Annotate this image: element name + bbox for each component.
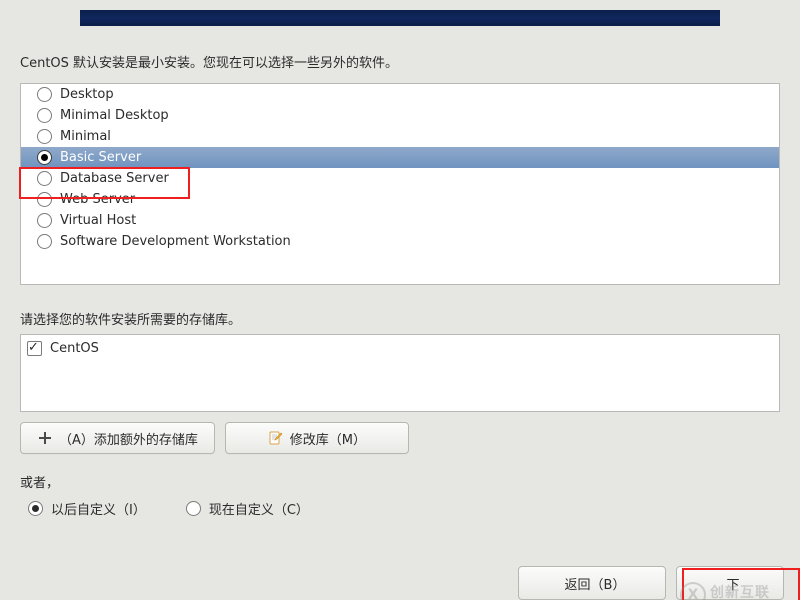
back-button-label: 返回（B） [565, 574, 626, 593]
repo-item-label: CentOS [50, 341, 99, 356]
install-type-option[interactable]: Software Development Workstation [21, 231, 779, 252]
checkbox-icon [27, 341, 42, 356]
radio-icon [186, 501, 201, 516]
next-button-label: 下 [726, 574, 739, 593]
radio-icon [37, 192, 52, 207]
install-type-option-selected[interactable]: Basic Server [21, 147, 779, 168]
customize-option-row: 以后自定义（I） 现在自定义（C） [28, 499, 780, 518]
radio-icon [37, 171, 52, 186]
repo-button-row: （A）添加额外的存储库 修改库（M） [20, 422, 780, 454]
install-type-option[interactable]: Desktop [21, 84, 779, 105]
repo-item[interactable]: CentOS [27, 339, 773, 358]
add-repo-label: （A）添加额外的存储库 [59, 429, 198, 448]
customize-now-label: 现在自定义（C） [209, 499, 309, 518]
install-type-label: Database Server [60, 171, 169, 186]
wizard-navbar: 返回（B） 下 [518, 566, 784, 600]
customize-later-option[interactable]: 以后自定义（I） [28, 499, 146, 518]
modify-repo-button[interactable]: 修改库（M） [225, 422, 409, 454]
radio-icon [37, 108, 52, 123]
radio-icon [28, 501, 43, 516]
install-type-label: Web Server [60, 192, 135, 207]
radio-icon [37, 87, 52, 102]
radio-icon [37, 150, 52, 165]
customize-now-option[interactable]: 现在自定义（C） [186, 499, 309, 518]
install-type-label: Basic Server [60, 150, 141, 165]
install-type-option[interactable]: Minimal Desktop [21, 105, 779, 126]
install-type-label: Software Development Workstation [60, 234, 291, 249]
radio-icon [37, 213, 52, 228]
intro-text: CentOS 默认安装是最小安装。您现在可以选择一些另外的软件。 [20, 52, 780, 71]
radio-icon [37, 234, 52, 249]
customize-later-label: 以后自定义（I） [51, 499, 146, 518]
modify-repo-label: 修改库（M） [290, 429, 366, 448]
repo-listbox: CentOS [20, 334, 780, 412]
install-type-label: Virtual Host [60, 213, 136, 228]
edit-icon [268, 430, 284, 446]
install-type-option[interactable]: Web Server [21, 189, 779, 210]
radio-icon [37, 129, 52, 144]
install-type-label: Desktop [60, 87, 114, 102]
install-type-label: Minimal Desktop [60, 108, 169, 123]
add-repo-button[interactable]: （A）添加额外的存储库 [20, 422, 215, 454]
plus-icon [37, 430, 53, 446]
install-type-option[interactable]: Database Server [21, 168, 779, 189]
next-button[interactable]: 下 [676, 566, 784, 600]
header-banner [80, 10, 720, 26]
install-type-listbox: Desktop Minimal Desktop Minimal Basic Se… [20, 83, 780, 285]
repo-prompt: 请选择您的软件安装所需要的存储库。 [20, 309, 780, 328]
back-button[interactable]: 返回（B） [518, 566, 666, 600]
or-text: 或者， [20, 472, 780, 491]
install-type-option[interactable]: Minimal [21, 126, 779, 147]
install-type-option[interactable]: Virtual Host [21, 210, 779, 231]
install-type-label: Minimal [60, 129, 111, 144]
